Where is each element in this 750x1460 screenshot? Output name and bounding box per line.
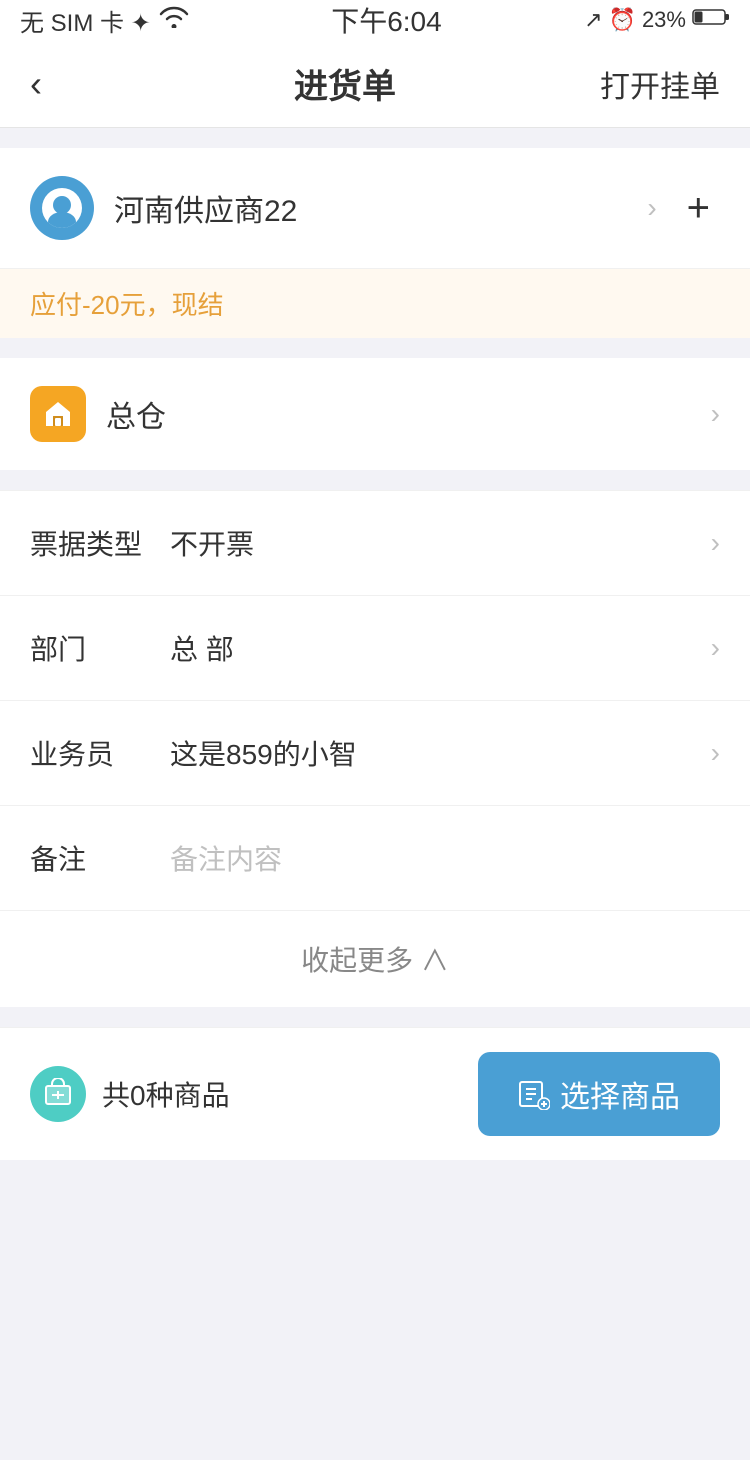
avatar-inner: [42, 188, 82, 228]
top-divider: [0, 128, 750, 148]
department-chevron-icon: ›: [711, 632, 720, 664]
remark-row[interactable]: 备注 备注内容: [0, 805, 750, 910]
sim-status: 无 SIM 卡 ✦: [20, 3, 151, 38]
wifi-icon: [159, 6, 189, 35]
warehouse-section: 总仓 ›: [0, 358, 750, 470]
invoice-type-chevron-icon: ›: [711, 527, 720, 559]
department-label: 部门: [30, 628, 150, 668]
invoice-type-value: 不开票: [150, 523, 711, 563]
add-supplier-button[interactable]: +: [677, 186, 720, 231]
battery-icon: [692, 7, 730, 33]
collapse-row[interactable]: 收起更多 ∧: [0, 910, 750, 1007]
invoice-type-row[interactable]: 票据类型 不开票 ›: [0, 490, 750, 595]
bottom-bar: 共0种商品 选择商品: [0, 1027, 750, 1160]
supplier-row[interactable]: 河南供应商22 › +: [0, 148, 750, 269]
status-time: 下午6:04: [331, 0, 442, 40]
salesperson-row[interactable]: 业务员 这是859的小智 ›: [0, 700, 750, 805]
alarm-icon: ⏰: [609, 7, 636, 33]
product-count-icon: [30, 1066, 86, 1122]
back-button[interactable]: ‹: [30, 63, 90, 105]
warehouse-name: 总仓: [106, 392, 711, 436]
notice-bar: 应付-20元，现结: [0, 269, 750, 338]
supplier-actions: › +: [647, 186, 720, 231]
department-row[interactable]: 部门 总 部 ›: [0, 595, 750, 700]
remark-label: 备注: [30, 838, 150, 878]
warehouse-icon: [30, 386, 86, 442]
supplier-section: 河南供应商22 › + 应付-20元，现结: [0, 148, 750, 338]
salesperson-value: 这是859的小智: [150, 733, 711, 773]
status-right: ↗ ⏰ 23%: [584, 7, 730, 33]
open-pending-button[interactable]: 打开挂单: [600, 62, 720, 106]
mid-divider-1: [0, 338, 750, 358]
invoice-type-label: 票据类型: [30, 523, 150, 563]
nav-bar: ‹ 进货单 打开挂单: [0, 40, 750, 128]
mid-divider-2: [0, 470, 750, 490]
warehouse-chevron-icon: ›: [711, 398, 720, 430]
select-product-button[interactable]: 选择商品: [478, 1052, 720, 1136]
salesperson-label: 业务员: [30, 733, 150, 773]
product-count-wrap: 共0种商品: [30, 1066, 230, 1122]
product-count-text: 共0种商品: [102, 1074, 230, 1114]
status-bar: 无 SIM 卡 ✦ 下午6:04 ↗ ⏰ 23%: [0, 0, 750, 40]
notice-text: 应付-20元，现结: [30, 290, 224, 320]
page-background: [0, 1160, 750, 1460]
page-title: 进货单: [294, 59, 396, 108]
form-section: 票据类型 不开票 › 部门 总 部 › 业务员 这是859的小智 › 备注 备注…: [0, 490, 750, 1007]
warehouse-row[interactable]: 总仓 ›: [0, 358, 750, 470]
battery-percentage: 23%: [642, 7, 686, 33]
select-product-label: 选择商品: [560, 1072, 680, 1116]
bottom-divider: [0, 1007, 750, 1027]
salesperson-chevron-icon: ›: [711, 737, 720, 769]
remark-input[interactable]: 备注内容: [150, 838, 720, 878]
status-left: 无 SIM 卡 ✦: [20, 3, 189, 38]
supplier-avatar: [30, 176, 94, 240]
supplier-name: 河南供应商22: [114, 186, 647, 230]
department-value: 总 部: [150, 628, 711, 668]
supplier-chevron-icon: ›: [647, 192, 656, 224]
collapse-label: 收起更多 ∧: [301, 945, 449, 976]
location-icon: ↗: [584, 7, 602, 33]
